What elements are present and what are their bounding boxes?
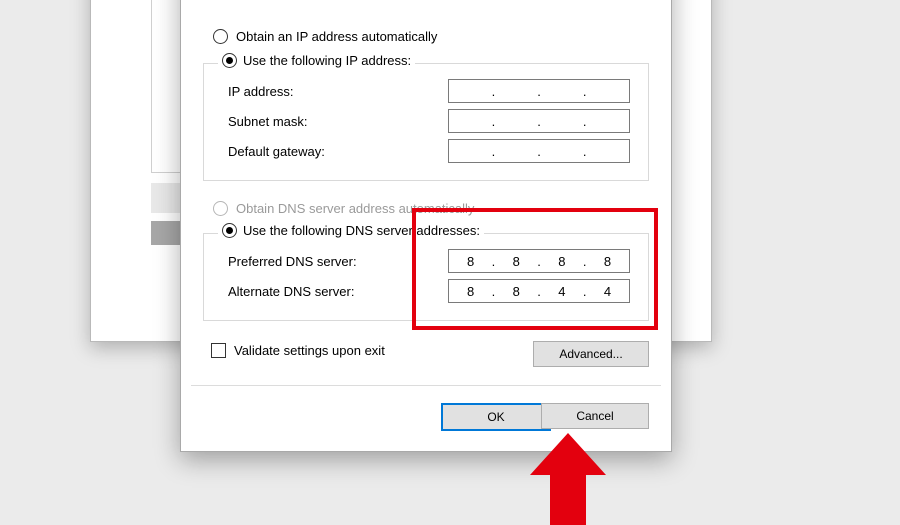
radio-icon (222, 53, 237, 68)
cancel-button[interactable]: Cancel (541, 403, 649, 429)
ip-manual-radio-row[interactable]: Use the following IP address: (218, 53, 415, 68)
radio-icon (213, 201, 228, 216)
ip-address-label: IP address: (228, 84, 448, 99)
preferred-dns-label: Preferred DNS server: (228, 254, 448, 269)
separator (191, 385, 661, 386)
dns-auto-radio-row: Obtain DNS server address automatically (213, 201, 474, 216)
radio-icon (222, 223, 237, 238)
subnet-mask-input[interactable]: . . . (448, 109, 630, 133)
validate-label: Validate settings upon exit (234, 343, 385, 358)
radio-icon (213, 29, 228, 44)
preferred-dns-input[interactable]: 8. 8. 8. 8 (448, 249, 630, 273)
ip-manual-label: Use the following IP address: (243, 53, 411, 68)
ok-button[interactable]: OK (441, 403, 551, 431)
ip-auto-label: Obtain an IP address automatically (236, 29, 437, 44)
alternate-dns-label: Alternate DNS server: (228, 284, 448, 299)
ip-manual-group: Use the following IP address: IP address… (203, 63, 649, 181)
advanced-button[interactable]: Advanced... (533, 341, 649, 367)
ipv4-properties-dialog: Obtain an IP address automatically Use t… (180, 0, 672, 452)
validate-checkbox-row[interactable]: Validate settings upon exit (211, 343, 385, 358)
dns-manual-radio-row[interactable]: Use the following DNS server addresses: (218, 223, 484, 238)
dns-manual-group: Use the following DNS server addresses: … (203, 233, 649, 321)
checkbox-icon (211, 343, 226, 358)
default-gateway-input[interactable]: . . . (448, 139, 630, 163)
dns-manual-label: Use the following DNS server addresses: (243, 223, 480, 238)
alternate-dns-input[interactable]: 8. 8. 4. 4 (448, 279, 630, 303)
ip-auto-radio-row[interactable]: Obtain an IP address automatically (213, 29, 437, 44)
dns-auto-label: Obtain DNS server address automatically (236, 201, 474, 216)
ip-address-input[interactable]: . . . (448, 79, 630, 103)
subnet-mask-label: Subnet mask: (228, 114, 448, 129)
default-gateway-label: Default gateway: (228, 144, 448, 159)
